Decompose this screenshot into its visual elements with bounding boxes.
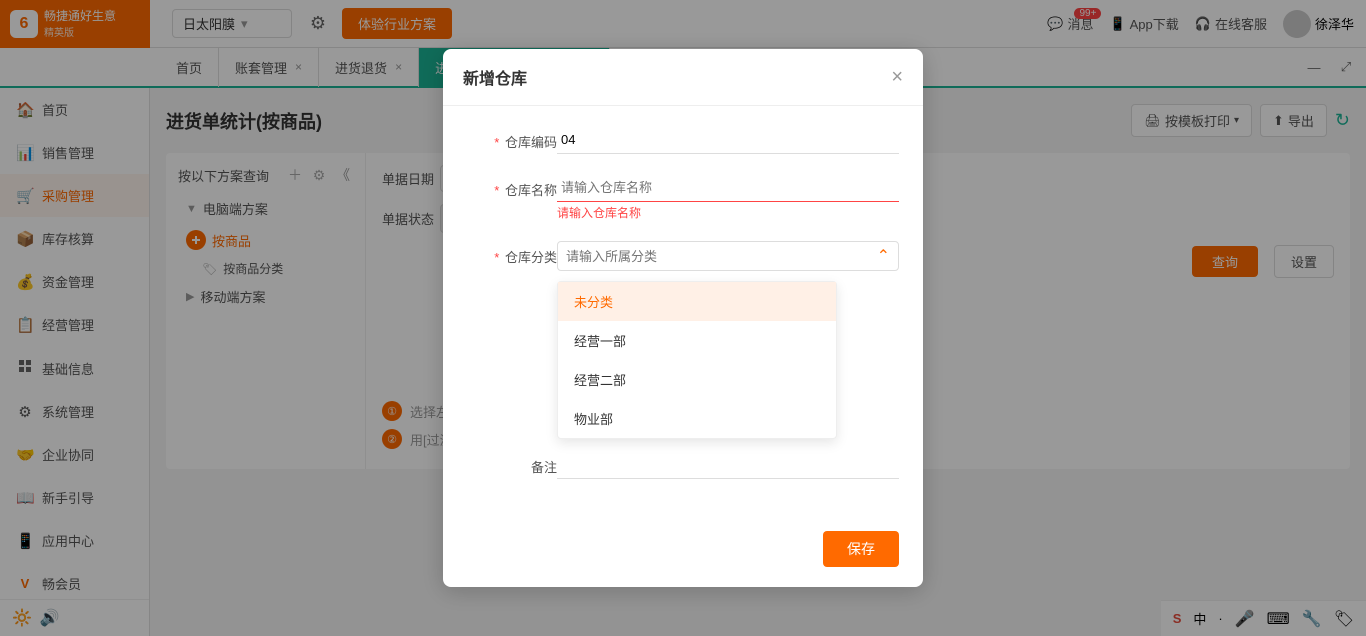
warehouse-name-input[interactable] — [557, 174, 899, 202]
category-toggle-icon[interactable]: ⌃ — [877, 246, 890, 266]
code-label-text: 仓库编码 — [505, 135, 557, 150]
category-dropdown: 未分类 经营一部 经营二部 物业部 — [557, 281, 837, 439]
category-input-wrap: ⌃ — [557, 241, 899, 271]
dropdown-item-property[interactable]: 物业部 — [558, 399, 836, 438]
category-label-text: 仓库分类 — [505, 250, 557, 265]
name-error-message: 请输入仓库名称 — [557, 204, 899, 221]
name-label-text: 仓库名称 — [505, 183, 557, 198]
modal-header: 新增仓库 × — [443, 49, 923, 106]
notes-input[interactable] — [557, 451, 899, 479]
category-label: * 仓库分类 — [467, 241, 557, 266]
name-control: 请输入仓库名称 — [557, 174, 899, 221]
required-marker: * — [494, 135, 499, 150]
code-label: * 仓库编码 — [467, 126, 557, 151]
modal-body: * 仓库编码 * 仓库名称 请输入仓库名称 * 仓库分类 — [443, 106, 923, 519]
modal-title: 新增仓库 — [463, 65, 527, 89]
form-row-category: * 仓库分类 ⌃ 未分类 经营一部 经营二部 物业部 — [467, 241, 899, 271]
notes-control — [557, 451, 899, 479]
form-row-notes: 备注 — [467, 451, 899, 479]
form-row-name: * 仓库名称 请输入仓库名称 — [467, 174, 899, 221]
add-warehouse-modal: 新增仓库 × * 仓库编码 * 仓库名称 请输入仓库名称 — [443, 49, 923, 587]
modal-close-icon[interactable]: × — [891, 66, 903, 89]
form-row-code: * 仓库编码 — [467, 126, 899, 154]
category-required-marker: * — [494, 250, 499, 265]
name-required-marker: * — [494, 183, 499, 198]
save-button[interactable]: 保存 — [823, 531, 899, 567]
category-control: ⌃ 未分类 经营一部 经营二部 物业部 — [557, 241, 899, 271]
modal-footer: 保存 — [443, 519, 923, 587]
dropdown-item-operations-1[interactable]: 经营一部 — [558, 321, 836, 360]
code-control — [557, 126, 899, 154]
name-label: * 仓库名称 — [467, 174, 557, 199]
category-input[interactable] — [566, 249, 877, 264]
notes-label-text: 备注 — [531, 460, 557, 475]
dropdown-item-uncategorized[interactable]: 未分类 — [558, 282, 836, 321]
warehouse-code-input[interactable] — [557, 126, 899, 154]
notes-label: 备注 — [467, 451, 557, 476]
dropdown-item-operations-2[interactable]: 经营二部 — [558, 360, 836, 399]
